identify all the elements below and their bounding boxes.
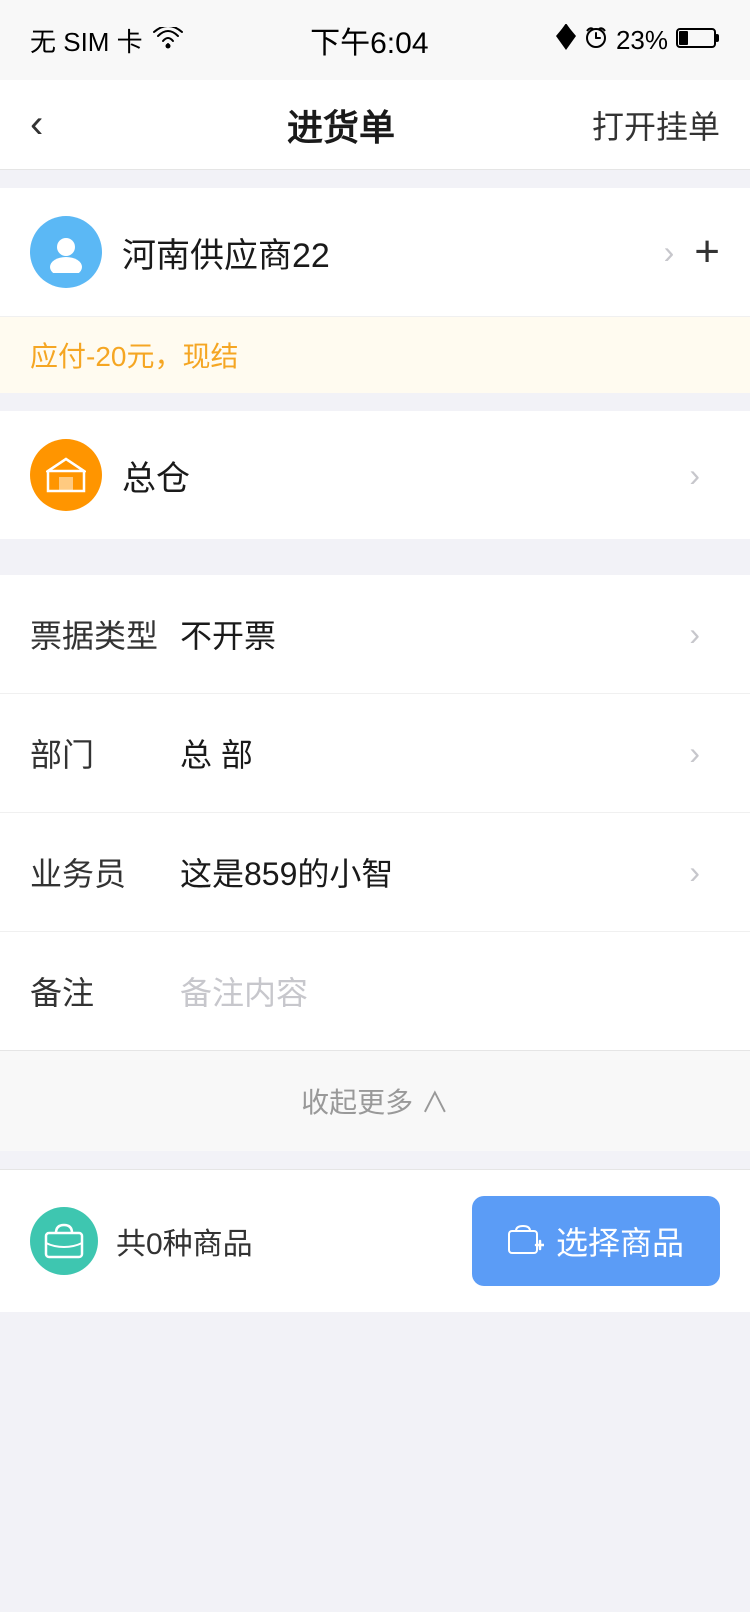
mid-divider2 [0, 539, 750, 557]
select-goods-label: 选择商品 [556, 1218, 684, 1264]
invoice-type-row[interactable]: 票据类型 不开票 › [0, 575, 750, 694]
notice-banner: 应付-20元，现结 [0, 317, 750, 393]
supplier-name: 河南供应商22 [122, 228, 664, 277]
status-time: 下午6:04 [310, 18, 428, 62]
supplier-chevron-icon: › [664, 234, 675, 271]
supplier-avatar [30, 216, 102, 288]
battery-label: 23% [616, 25, 668, 56]
warehouse-chevron-icon: › [689, 457, 700, 494]
collapse-label: 收起更多 ∧ [301, 1087, 449, 1118]
sim-label: 无 SIM 卡 [30, 22, 143, 59]
goods-count-text: 共0种商品 [116, 1219, 253, 1263]
status-right: 23% [556, 24, 720, 57]
salesperson-row[interactable]: 业务员 这是859的小智 › [0, 813, 750, 932]
open-pending-button[interactable]: 打开挂单 [592, 102, 720, 148]
salesperson-value: 这是859的小智 [180, 849, 689, 895]
goods-count-wrap: 共0种商品 [30, 1207, 253, 1275]
salesperson-chevron-icon: › [689, 854, 700, 891]
warehouse-name: 总仓 [122, 451, 689, 500]
supplier-row[interactable]: 河南供应商22 › + [0, 188, 750, 317]
department-value: 总 部 [180, 730, 689, 776]
remark-row[interactable]: 备注 备注内容 [0, 932, 750, 1050]
department-label: 部门 [30, 730, 160, 776]
back-button[interactable]: ‹ [30, 102, 90, 147]
select-goods-button[interactable]: 选择商品 [472, 1196, 720, 1286]
add-button[interactable]: + [694, 230, 720, 274]
goods-icon [30, 1207, 98, 1275]
alarm-icon [584, 25, 608, 56]
warehouse-row[interactable]: 总仓 › [0, 411, 750, 539]
remark-value: 备注内容 [180, 968, 720, 1014]
collapse-row[interactable]: 收起更多 ∧ [0, 1050, 750, 1151]
main-background [0, 1312, 750, 1612]
department-chevron-icon: › [689, 735, 700, 772]
top-divider [0, 170, 750, 188]
page-title: 进货单 [287, 99, 395, 151]
status-bar: 无 SIM 卡 下午6:04 [0, 0, 750, 80]
wifi-icon [153, 25, 183, 56]
location-icon [556, 24, 576, 57]
mid-divider1 [0, 393, 750, 411]
warehouse-icon [30, 439, 102, 511]
notice-text: 应付-20元，现结 [30, 341, 238, 372]
invoice-type-chevron-icon: › [689, 616, 700, 653]
form-section: 票据类型 不开票 › 部门 总 部 › 业务员 这是859的小智 › 备注 备注… [0, 575, 750, 1050]
battery-icon [676, 25, 720, 56]
bottom-bar: 共0种商品 选择商品 [0, 1169, 750, 1312]
department-row[interactable]: 部门 总 部 › [0, 694, 750, 813]
supplier-section: 河南供应商22 › + 应付-20元，现结 [0, 188, 750, 393]
remark-label: 备注 [30, 968, 160, 1014]
status-left: 无 SIM 卡 [30, 22, 183, 59]
invoice-type-label: 票据类型 [30, 611, 160, 657]
salesperson-label: 业务员 [30, 849, 160, 895]
invoice-type-value: 不开票 [180, 611, 689, 657]
warehouse-section: 总仓 › [0, 411, 750, 539]
nav-bar: ‹ 进货单 打开挂单 [0, 80, 750, 170]
